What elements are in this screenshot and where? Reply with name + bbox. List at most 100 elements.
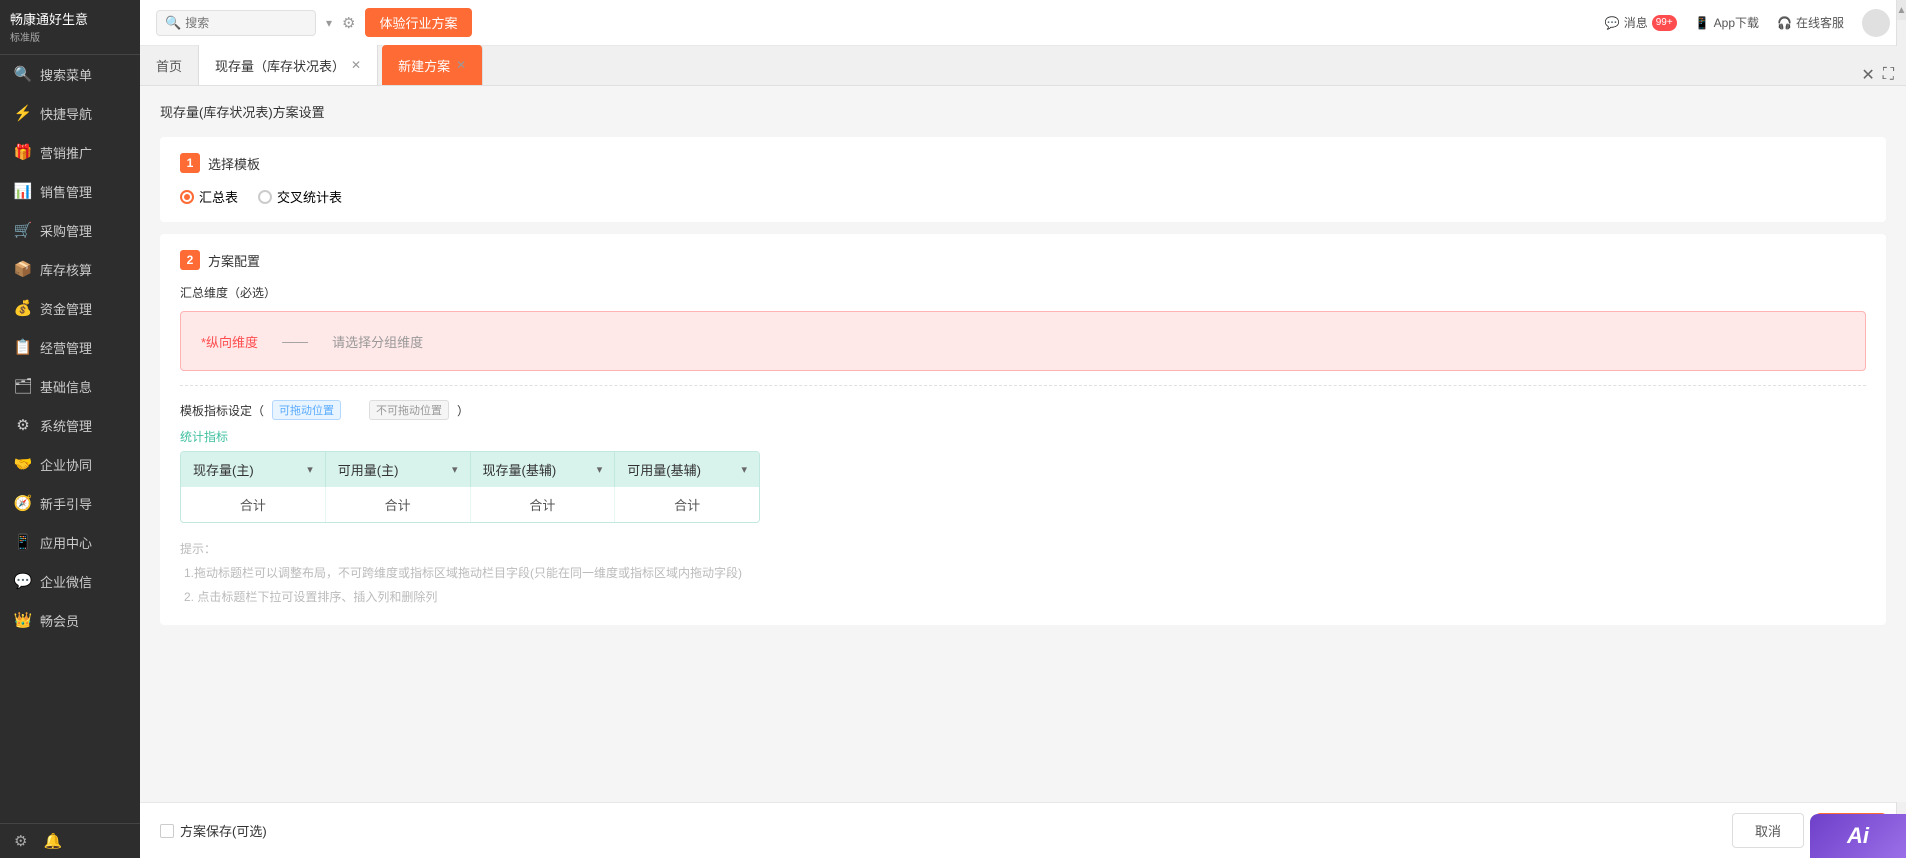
sidebar-item-quick-nav[interactable]: ⚡快捷导航 — [0, 94, 140, 133]
page-title: 现存量(库存状况表)方案设置 — [160, 102, 1886, 121]
indicator-section: 模板指标设定（ 可拖动位置 不可拖动位置 ） 统计指标 现存量(主)▾可用量(主… — [180, 400, 1866, 523]
step2-badge: 2 — [180, 250, 200, 270]
tabbar: 首页 现存量（库存状况表） ✕ 新建方案 ✕ ✕ ⛶ — [140, 46, 1906, 86]
search-icon: 🔍 — [165, 15, 181, 31]
tabbar-right-icons: ✕ ⛶ — [1861, 65, 1906, 85]
sidebar-item-basic[interactable]: 🗂基础信息 — [0, 367, 140, 406]
sidebar-item-marketing[interactable]: 🎁营销推广 — [0, 133, 140, 172]
sidebar-menu: 🔍搜索菜单⚡快捷导航🎁营销推广📊销售管理🛒采购管理📦库存核算 💰 资金管理 📋经营管理… — [0, 55, 140, 823]
sidebar-item-finance[interactable]: 💰 资金管理 — [0, 289, 140, 328]
sidebar-item-search[interactable]: 🔍搜索菜单 — [0, 55, 140, 94]
sidebar-item-label: 基础信息 — [40, 377, 92, 396]
col-name: 现存量(基辅) — [483, 460, 557, 479]
stat-col-header[interactable]: 可用量(基辅)▾ — [615, 452, 759, 487]
sidebar-item-cooperation[interactable]: 🤝 企业协同 — [0, 445, 140, 484]
tips-item-1: 2. 点击标题栏下拉可设置排序、插入列和删除列 — [184, 585, 1866, 609]
message-badge: 99+ — [1652, 15, 1677, 31]
stat-col-cell: 合计 — [326, 487, 471, 522]
template-summary-option[interactable]: 汇总表 — [180, 187, 238, 206]
online-service-btn[interactable]: 🎧 在线客服 — [1777, 14, 1844, 31]
tab-new-plan-close[interactable]: ✕ — [456, 58, 466, 72]
tab-inventory[interactable]: 现存量（库存状况表） ✕ — [199, 45, 378, 85]
expand-icon[interactable]: ⛶ — [1883, 66, 1894, 84]
template-summary-label: 汇总表 — [199, 187, 238, 206]
trial-btn[interactable]: 体验行业方案 — [365, 8, 471, 37]
stat-col-cell: 合计 — [615, 487, 759, 522]
sidebar-item-operation[interactable]: 📋经营管理 — [0, 328, 140, 367]
sidebar-item-label: 营销推广 — [40, 143, 92, 162]
main-area: 🔍 ▾ ⚙ 体验行业方案 💬 消息 99+ 📱 App下载 🎧 在线客服 — [140, 0, 1906, 858]
wechat-icon: 💬 — [14, 572, 32, 590]
tab-new-plan[interactable]: 新建方案 ✕ — [382, 45, 483, 85]
sidebar-item-label: 企业协同 — [40, 455, 92, 474]
tab-inventory-label: 现存量（库存状况表） — [215, 56, 345, 75]
message-icon: 💬 — [1605, 16, 1620, 30]
indicator-label-row: 模板指标设定（ 可拖动位置 不可拖动位置 ） — [180, 400, 1866, 420]
sidebar-item-system[interactable]: ⚙系统管理 — [0, 406, 140, 445]
col-dropdown-icon[interactable]: ▾ — [597, 463, 603, 476]
app-icon: 📱 — [1695, 16, 1710, 30]
sidebar-item-wechat[interactable]: 💬 企业微信 — [0, 562, 140, 601]
save-checkbox[interactable]: 方案保存(可选) — [160, 821, 267, 840]
stat-col-cell: 合计 — [471, 487, 616, 522]
tips-section: 提示： 1.拖动标题栏可以调整布局，不可跨维度或指标区域拖动栏目字段(只能在同一… — [180, 537, 1866, 609]
sidebar-item-apps[interactable]: 📱应用中心 — [0, 523, 140, 562]
template-cross-option[interactable]: 交叉统计表 — [258, 187, 342, 206]
dim-placeholder: 请选择分组维度 — [332, 332, 423, 351]
stat-table: 现存量(主)▾可用量(主)▾现存量(基辅)▾可用量(基辅)▾ 合计合计合计合计 — [180, 451, 760, 523]
search-input[interactable] — [185, 16, 307, 30]
template-summary-radio[interactable] — [180, 190, 194, 204]
settings-icon[interactable]: ⚙ — [14, 832, 27, 850]
search-icon: 🔍 — [14, 65, 32, 83]
app-download-btn[interactable]: 📱 App下载 — [1695, 14, 1759, 31]
save-checkbox-box[interactable] — [160, 824, 174, 838]
ai-badge-label: Ai — [1847, 823, 1869, 849]
sound-icon[interactable]: 🔔 — [43, 832, 62, 850]
sidebar-item-label: 销售管理 — [40, 182, 92, 201]
stat-label: 统计指标 — [180, 428, 1866, 445]
sidebar-item-sales[interactable]: 📊销售管理 — [0, 172, 140, 211]
stat-col-header[interactable]: 现存量(主) ▾ — [181, 452, 326, 487]
tab-home[interactable]: 首页 — [140, 45, 199, 85]
avatar[interactable] — [1862, 9, 1890, 37]
content-area: 现存量(库存状况表)方案设置 1 选择模板 汇总表 交叉统计表 2 — [140, 86, 1906, 802]
tips-title: 提示： — [180, 542, 222, 556]
scroll-up-btn[interactable]: ▲ — [1897, 0, 1906, 20]
quick-nav-icon: ⚡ — [14, 104, 32, 122]
gear-icon[interactable]: ⚙ — [342, 14, 355, 32]
ai-badge[interactable]: Ai — [1810, 814, 1906, 858]
dim-required-label: *纵向维度 — [201, 332, 258, 351]
topbar-search-box[interactable]: 🔍 — [156, 10, 316, 36]
stat-col-header[interactable]: 可用量(主)▾ — [326, 452, 471, 487]
sidebar-item-guide[interactable]: 🧭新手引导 — [0, 484, 140, 523]
bottom-bar: 方案保存(可选) 取消 查询 — [140, 802, 1906, 858]
col-dropdown-icon[interactable]: ▾ — [307, 463, 313, 476]
sidebar-item-purchase[interactable]: 🛒采购管理 — [0, 211, 140, 250]
template-options: 汇总表 交叉统计表 — [180, 187, 1866, 206]
message-label: 消息 — [1624, 14, 1648, 31]
col-dropdown-icon[interactable]: ▾ — [741, 463, 747, 476]
sidebar-item-label: 企业微信 — [40, 572, 92, 591]
finance-icon: 💰 — [14, 299, 32, 317]
sidebar-item-inventory[interactable]: 📦库存核算 — [0, 250, 140, 289]
sidebar-item-member[interactable]: 👑畅会员 — [0, 601, 140, 640]
sidebar-item-label: 资金管理 — [40, 299, 92, 318]
search-dropdown-icon[interactable]: ▾ — [326, 16, 332, 30]
close-panel-icon[interactable]: ✕ — [1861, 65, 1874, 85]
stat-table-header: 现存量(主)▾可用量(主)▾现存量(基辅)▾可用量(基辅)▾ — [181, 452, 759, 487]
col-name: 现存量(主) — [193, 460, 254, 479]
template-cross-radio[interactable] — [258, 190, 272, 204]
stat-col-header[interactable]: 现存量(基辅) ▾ — [471, 452, 616, 487]
col-dropdown-icon[interactable]: ▾ — [452, 463, 458, 476]
stat-col-cell: 合计 — [181, 487, 326, 522]
service-icon: 🎧 — [1777, 16, 1792, 30]
cancel-button[interactable]: 取消 — [1732, 813, 1804, 848]
operation-icon: 📋 — [14, 338, 32, 356]
non-draggable-tag: 不可拖动位置 — [369, 400, 449, 420]
tab-home-label: 首页 — [156, 56, 182, 75]
dimension-box[interactable]: *纵向维度 —— 请选择分组维度 — [180, 311, 1866, 371]
message-btn[interactable]: 💬 消息 99+ — [1605, 14, 1677, 31]
indicator-title-close — [349, 402, 361, 419]
cooperation-icon: 🤝 — [14, 455, 32, 473]
tab-inventory-close[interactable]: ✕ — [351, 58, 361, 72]
